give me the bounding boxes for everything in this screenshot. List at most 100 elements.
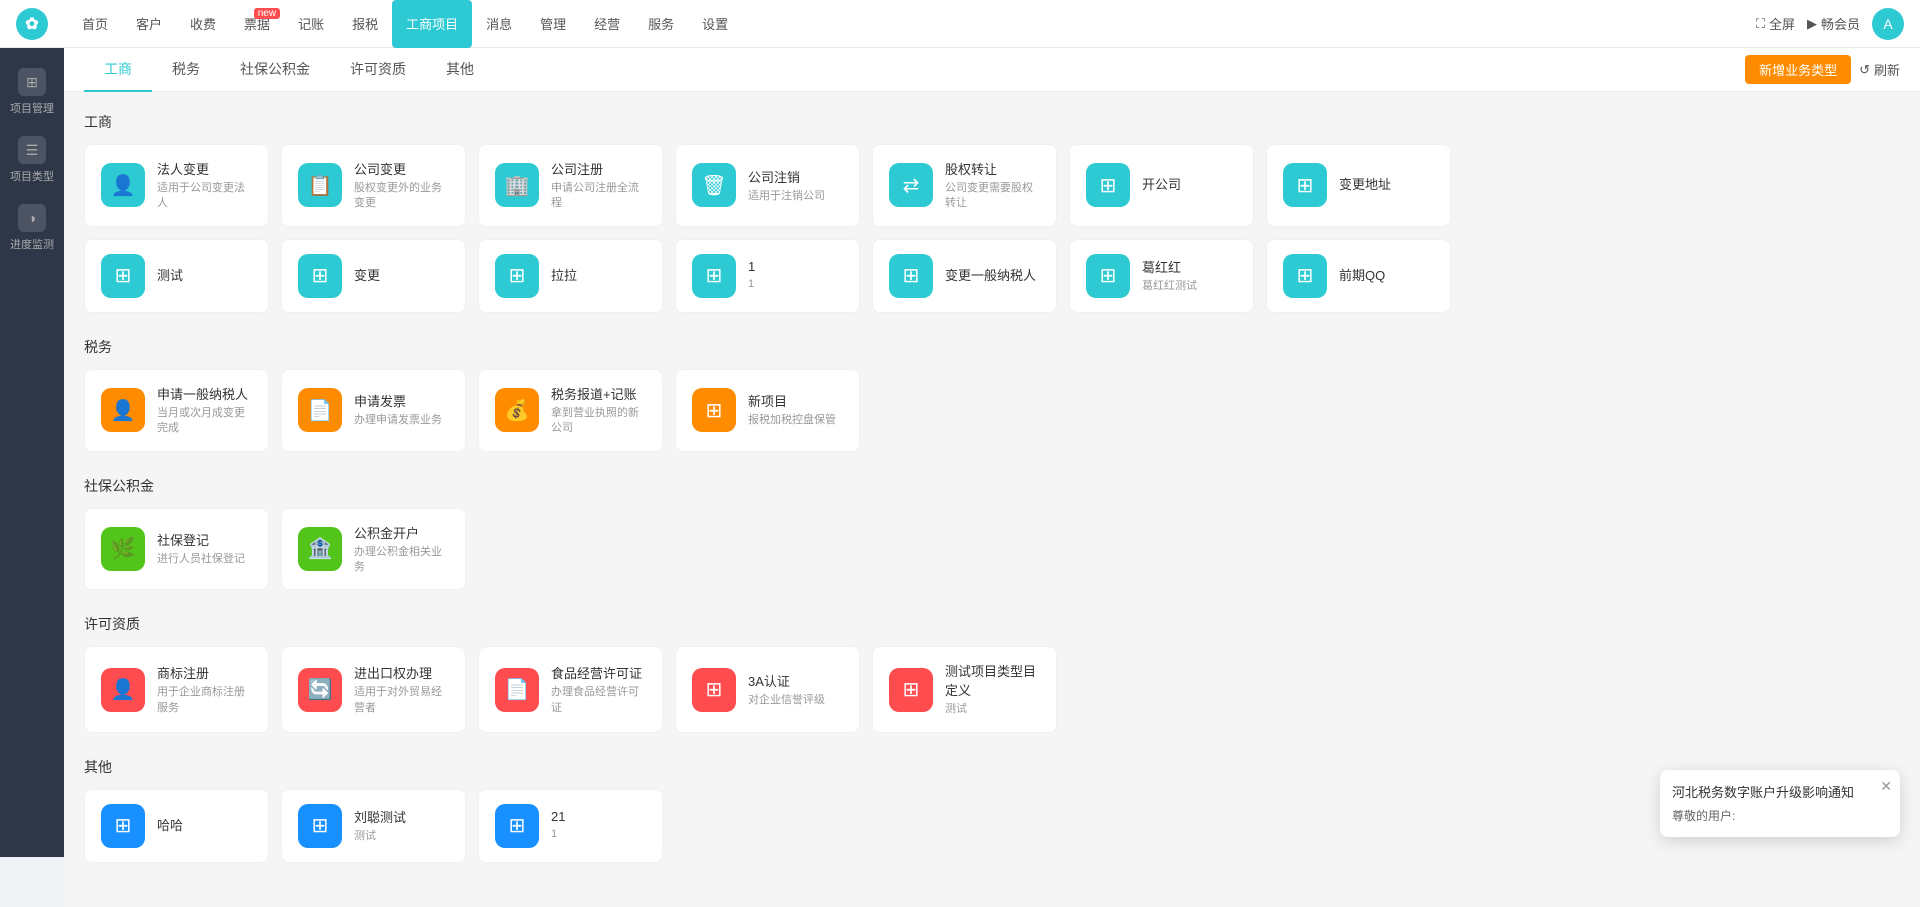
nav-items: 首页 客户 收费 票据 new 记账 报税 工商项目 消息 管理 经营 服务 设… [68,0,1756,48]
card-3a[interactable]: ⊞ 3A认证 对企业信誉评级 [675,646,860,732]
card-housing-fund[interactable]: 🏦 公积金开户 办理公积金相关业务 [281,508,466,591]
legal-change-icon: 👤 [101,163,145,207]
tab-xuke[interactable]: 许可资质 [330,48,426,92]
card-21[interactable]: ⊞ 21 1 [478,789,663,863]
new-type-button[interactable]: 新增业务类型 [1745,55,1851,84]
section-title-shuiwu: 税务 [84,337,1900,357]
card-equity-transfer[interactable]: ⇄ 股权转让 公司变更需要股权转让 [872,144,1057,227]
nav-manage[interactable]: 管理 [526,0,580,48]
card-legal-change[interactable]: 👤 法人变更 适用于公司变更法人 [84,144,269,227]
sidebar-item-project-type[interactable]: ☰ 项目类型 [0,126,64,194]
nav-service[interactable]: 服务 [634,0,688,48]
user-avatar[interactable]: A [1872,8,1904,40]
section-title-xuke: 许可资质 [84,614,1900,634]
tabs-actions: 新增业务类型 ↺ 刷新 [1745,55,1900,84]
gongshang-cards-grid: 👤 法人变更 适用于公司变更法人 📋 公司变更 股权变更外的业务变更 🏢 公司注… [84,144,1900,227]
housing-icon: 🏦 [298,527,342,571]
nav-customer[interactable]: 客户 [122,0,176,48]
tabs-bar: 工商 税务 社保公积金 许可资质 其他 新增业务类型 ↺ 刷新 [64,48,1920,92]
card-trademark[interactable]: 👤 商标注册 用于企业商标注册服务 [84,646,269,732]
card-change-taxpayer[interactable]: ⊞ 变更一般纳税人 [872,239,1057,313]
nav-right: ⛶ 全屏 ▶ 畅会员 A [1756,8,1904,40]
nav-settings[interactable]: 设置 [688,0,742,48]
notification-title: 河北税务数字账户升级影响通知 [1672,782,1888,801]
shebao-cards-grid: 🌿 社保登记 进行人员社保登记 🏦 公积金开户 办理公积金相关业务 [84,508,1900,591]
card-gehonghong[interactable]: ⊞ 葛红红 葛红红测试 [1069,239,1254,313]
nav-message[interactable]: 消息 [472,0,526,48]
company-cancel-icon: 🗑 [692,163,736,207]
sidebar-item-project-manage[interactable]: ⊞ 项目管理 [0,58,64,126]
nav-bookkeeping[interactable]: 记账 [284,0,338,48]
refresh-icon: ↺ [1859,62,1870,78]
card-open-company[interactable]: ⊞ 开公司 [1069,144,1254,227]
notification-close-btn[interactable]: ✕ [1880,778,1892,795]
trademark-icon: 👤 [101,668,145,712]
qianqi-icon: ⊞ [1283,254,1327,298]
taxpayer-icon: ⊞ [889,254,933,298]
top-nav: ✿ 首页 客户 收费 票据 new 记账 报税 工商项目 消息 管理 经营 服务… [0,0,1920,48]
invoice-icon: 📄 [298,388,342,432]
company-register-icon: 🏢 [495,163,539,207]
address-icon: ⊞ [1283,163,1327,207]
nav-ticket[interactable]: 票据 new [230,0,284,48]
card-company-register[interactable]: 🏢 公司注册 申请公司注册全流程 [478,144,663,227]
tab-shuiwu[interactable]: 税务 [152,48,220,92]
tax-bookkeeping-icon: 💰 [495,388,539,432]
shuiwu-cards-grid: 👤 申请一般纳税人 当月或次月成变更完成 📄 申请发票 办理申请发票业务 💰 税… [84,369,1900,452]
tab-gongshang[interactable]: 工商 [84,48,152,92]
card-new-project[interactable]: ⊞ 新项目 报税加税控盘保管 [675,369,860,452]
card-change-address[interactable]: ⊞ 变更地址 [1266,144,1451,227]
xuke-cards-grid: 👤 商标注册 用于企业商标注册服务 🔄 进出口权办理 适用于对外贸易经营者 📄 … [84,646,1900,732]
liucong-icon: ⊞ [298,804,342,848]
card-test-type[interactable]: ⊞ 测试项目类型目定义 测试 [872,646,1057,732]
3a-icon: ⊞ [692,668,736,712]
card-company-change[interactable]: 📋 公司变更 股权变更外的业务变更 [281,144,466,227]
tab-shebao[interactable]: 社保公积金 [220,48,330,92]
card-import-export[interactable]: 🔄 进出口权办理 适用于对外贸易经营者 [281,646,466,732]
card-one[interactable]: ⊞ 1 1 [675,239,860,313]
card-social-insurance[interactable]: 🌿 社保登记 进行人员社保登记 [84,508,269,591]
card-lala[interactable]: ⊞ 拉拉 [478,239,663,313]
fullscreen-btn[interactable]: ⛶ 全屏 [1756,14,1795,33]
card-haha[interactable]: ⊞ 哈哈 [84,789,269,863]
nav-operation[interactable]: 经营 [580,0,634,48]
section-title-gongshang: 工商 [84,112,1900,132]
refresh-button[interactable]: ↺ 刷新 [1859,60,1900,79]
one-icon: ⊞ [692,254,736,298]
card-qianqi[interactable]: ⊞ 前期QQ [1266,239,1451,313]
new-badge: new [254,8,280,19]
gehonghong-icon: ⊞ [1086,254,1130,298]
test-icon: ⊞ [101,254,145,298]
new-project-icon: ⊞ [692,388,736,432]
company-change-icon: 📋 [298,163,342,207]
nav-home[interactable]: 首页 [68,0,122,48]
project-manage-icon: ⊞ [18,68,46,96]
card-apply-taxpayer[interactable]: 👤 申请一般纳税人 当月或次月成变更完成 [84,369,269,452]
nav-fee[interactable]: 收费 [176,0,230,48]
sidebar-item-progress[interactable]: ◑ 进度监测 [0,194,64,262]
biangeng-icon: ⊞ [298,254,342,298]
card-apply-invoice[interactable]: 📄 申请发票 办理申请发票业务 [281,369,466,452]
food-icon: 📄 [495,668,539,712]
social-icon: 🌿 [101,527,145,571]
content-area: 工商 👤 法人变更 适用于公司变更法人 📋 公司变更 股权变更外的业务变更 🏢 [64,92,1920,907]
haha-icon: ⊞ [101,804,145,848]
card-tax-bookkeeping[interactable]: 💰 税务报道+记账 拿到营业执照的新公司 [478,369,663,452]
tab-other[interactable]: 其他 [426,48,494,92]
sidebar: ⊞ 项目管理 ☰ 项目类型 ◑ 进度监测 [0,48,64,857]
lala-icon: ⊞ [495,254,539,298]
open-company-icon: ⊞ [1086,163,1130,207]
card-company-cancel[interactable]: 🗑 公司注销 适用于注销公司 [675,144,860,227]
card-bianGeng[interactable]: ⊞ 变更 [281,239,466,313]
card-test[interactable]: ⊞ 测试 [84,239,269,313]
other-cards-grid: ⊞ 哈哈 ⊞ 刘聪测试 测试 ⊞ 21 1 [84,789,1900,863]
card-liucong[interactable]: ⊞ 刘聪测试 测试 [281,789,466,863]
nav-biz-project[interactable]: 工商项目 [392,0,472,48]
nav-tax[interactable]: 报税 [338,0,392,48]
logo: ✿ [16,8,48,40]
project-type-icon: ☰ [18,136,46,164]
apply-taxpayer-icon: 👤 [101,388,145,432]
fullscreen-icon: ⛶ [1756,16,1765,32]
member-btn[interactable]: ▶ 畅会员 [1807,14,1860,33]
card-food-license[interactable]: 📄 食品经营许可证 办理食品经营许可证 [478,646,663,732]
